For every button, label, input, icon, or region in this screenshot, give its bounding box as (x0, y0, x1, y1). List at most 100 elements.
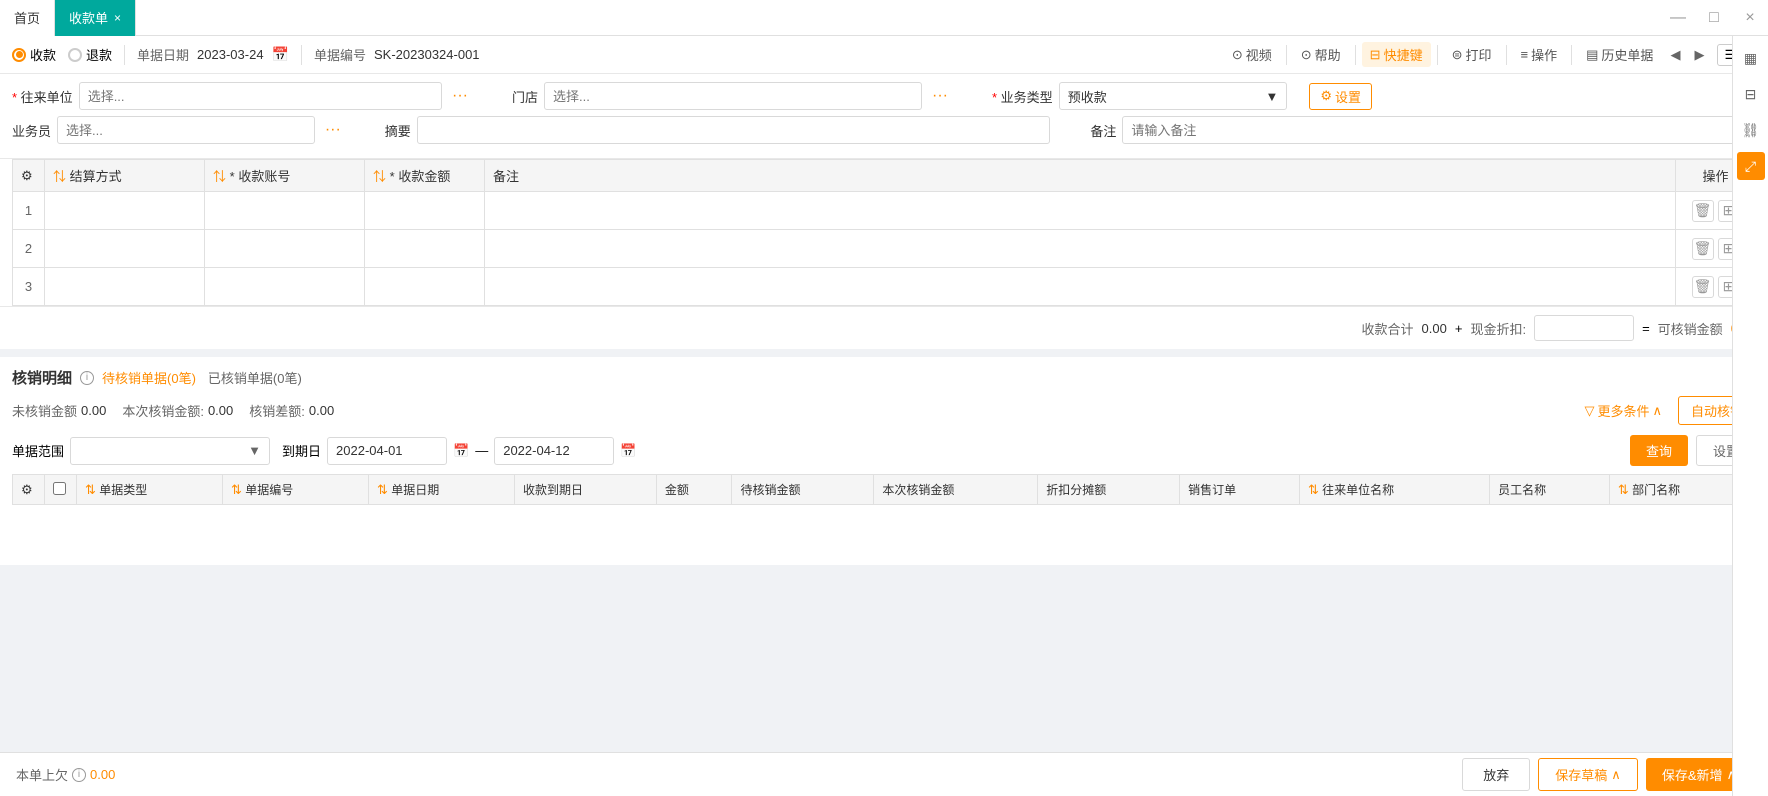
sidebar-attach-icon[interactable]: ⛓ (1737, 116, 1765, 144)
doc-date-value: 2023-03-24 (197, 47, 264, 62)
due-date-filter-field: 到期日 📅 — 📅 (282, 437, 636, 465)
maximize-button[interactable]: □ (1696, 0, 1732, 36)
radio-receipt[interactable]: 收款 (12, 45, 56, 64)
gear-col-header[interactable]: ⚙ (13, 475, 45, 505)
amount-header: ⇅ * 收款金额 (365, 160, 485, 192)
tab-bar: 首页 收款单 × — □ × (0, 0, 1768, 36)
query-btn[interactable]: 查询 (1630, 435, 1688, 466)
total-label: 收款合计 (1362, 319, 1414, 338)
verify-tab-done[interactable]: 已核销单据(0笔) (208, 368, 302, 387)
verify-info-icon[interactable]: i (80, 371, 94, 385)
radio-refund-dot (68, 48, 82, 62)
chevron-up-icon-draft: ∧ (1611, 767, 1621, 783)
table-row: 3 🗑 ⊞ (13, 268, 1756, 306)
amount-cell-2[interactable] (365, 230, 485, 268)
settlement-cell-3[interactable] (45, 268, 205, 306)
sidebar-table-icon[interactable]: ▦ (1737, 44, 1765, 72)
amount-cell-1[interactable] (365, 192, 485, 230)
date-range: 📅 — 📅 (327, 437, 636, 465)
nav-arrows: ◀ ▶ (1663, 43, 1711, 67)
counterparty-input[interactable] (79, 82, 442, 110)
delete-btn-3[interactable]: 🗑 (1692, 276, 1714, 298)
summary-input[interactable] (417, 116, 1051, 144)
divider (1286, 45, 1287, 65)
check-col-header[interactable] (45, 475, 77, 505)
table-container: ⚙ ⇅ 结算方式 ⇅ * 收款账号 ⇅ * 收款金额 备注 操作 (0, 159, 1768, 306)
cal-end-icon[interactable]: 📅 (620, 443, 636, 459)
tab-close-icon[interactable]: × (114, 11, 121, 25)
date-separator: — (475, 443, 488, 458)
settlement-cell-1[interactable] (45, 192, 205, 230)
business-type-field: 业务类型 预收款 ▼ ⚙ 设置 (992, 82, 1372, 110)
help-label: 帮助 (1315, 45, 1341, 64)
verification-table: ⚙ ⇅ 单据类型 ⇅ 单据编号 ⇅ 单据日期 收款到期日 金额 待 (12, 474, 1756, 505)
unchecked-value: 0.00 (81, 403, 106, 418)
print-btn[interactable]: ⊜ 打印 (1444, 42, 1500, 67)
staff-field: 业务员 ··· (12, 116, 345, 144)
note-input[interactable] (1122, 116, 1756, 144)
store-more-icon[interactable]: ··· (928, 87, 952, 105)
due-date-end-input[interactable] (494, 437, 614, 465)
more-conditions-label: 更多条件 (1597, 401, 1649, 420)
save-draft-label: 保存草稿 (1555, 765, 1607, 784)
next-arrow[interactable]: ▶ (1687, 43, 1711, 67)
save-draft-button[interactable]: 保存草稿 ∧ (1538, 758, 1638, 791)
close-button[interactable]: × (1732, 0, 1768, 36)
sidebar-print-icon[interactable]: ⊟ (1737, 80, 1765, 108)
select-all-checkbox[interactable] (53, 482, 66, 495)
tab-home[interactable]: 首页 (0, 0, 55, 36)
discount-input[interactable] (1534, 315, 1634, 341)
account-cell-3[interactable] (205, 268, 365, 306)
settlement-cell-2[interactable] (45, 230, 205, 268)
settings-button[interactable]: ⚙ 设置 (1309, 83, 1372, 110)
business-type-select[interactable]: 预收款 ▼ (1059, 82, 1288, 110)
settings-label: 设置 (1335, 87, 1361, 106)
diff-label: 核销差额: (249, 401, 305, 420)
delete-btn-2[interactable]: 🗑 (1692, 238, 1714, 260)
chevron-down-icon: ▼ (248, 443, 261, 458)
delete-btn-1[interactable]: 🗑 (1692, 200, 1714, 222)
help-btn[interactable]: ⊙ 帮助 (1293, 42, 1349, 67)
counterparty-label: 往来单位 (12, 87, 73, 106)
tab-receipt-label: 收款单 (69, 8, 108, 27)
store-input[interactable] (544, 82, 922, 110)
bottom-actions: 放弃 保存草稿 ∧ 保存&新增 ∧ (1462, 758, 1752, 791)
gear-icon-header[interactable]: ⚙ (21, 168, 33, 183)
staff-input[interactable] (57, 116, 315, 144)
history-btn[interactable]: ▤ 历史单据 (1578, 42, 1661, 67)
note-cell-1[interactable] (485, 192, 1676, 230)
cal-start-icon[interactable]: 📅 (453, 443, 469, 459)
discount-header: 折扣分摊额 (1038, 475, 1180, 505)
toolbar-actions: ⊙ 视频 ⊙ 帮助 ⊟ 快捷键 ⊜ 打印 ≡ 操作 ▤ 历史单据 ◀ ▶ (1224, 42, 1756, 67)
minimize-button[interactable]: — (1660, 0, 1696, 36)
shortcut-btn[interactable]: ⊟ 快捷键 (1362, 42, 1431, 67)
calendar-icon[interactable]: 📅 (272, 46, 289, 63)
filter-row: 单据范围 ▼ 到期日 📅 — 📅 查询 设置 (12, 435, 1756, 466)
gear-header[interactable]: ⚙ (13, 160, 45, 192)
amount-cell-3[interactable] (365, 268, 485, 306)
tab-receipt[interactable]: 收款单 × (55, 0, 136, 36)
operation-btn[interactable]: ≡ 操作 (1513, 42, 1566, 67)
account-cell-2[interactable] (205, 230, 365, 268)
note-cell-2[interactable] (485, 230, 1676, 268)
sidebar-expand-icon[interactable]: ⤢ (1737, 152, 1765, 180)
gear-icon-small[interactable]: ⚙ (21, 482, 33, 497)
range-select[interactable]: ▼ (70, 437, 270, 465)
verify-tab-pending[interactable]: 待核销单据(0笔) (102, 368, 196, 387)
due-date-start-input[interactable] (327, 437, 447, 465)
note-cell-3[interactable] (485, 268, 1676, 306)
bottom-table-wrapper: ⚙ ⇅ 单据类型 ⇅ 单据编号 ⇅ 单据日期 收款到期日 金额 待 (12, 474, 1756, 555)
counterparty-more-icon[interactable]: ··· (448, 87, 472, 105)
abandon-button[interactable]: 放弃 (1462, 758, 1530, 791)
more-conditions-btn[interactable]: ▽ 更多条件 ∧ (1584, 401, 1662, 420)
help-icon: ⊙ (1301, 47, 1312, 63)
staff-more-icon[interactable]: ··· (321, 121, 345, 139)
account-cell-1[interactable] (205, 192, 365, 230)
doc-no-label: 单据编号 (314, 45, 366, 64)
prev-arrow[interactable]: ◀ (1663, 43, 1687, 67)
doc-date-header: ⇅ 单据日期 (369, 475, 515, 505)
bottom-info-icon[interactable]: i (72, 768, 86, 782)
radio-refund[interactable]: 退款 (68, 45, 112, 64)
video-btn[interactable]: ⊙ 视频 (1224, 42, 1280, 67)
store-field: 门店 ··· (512, 82, 952, 110)
